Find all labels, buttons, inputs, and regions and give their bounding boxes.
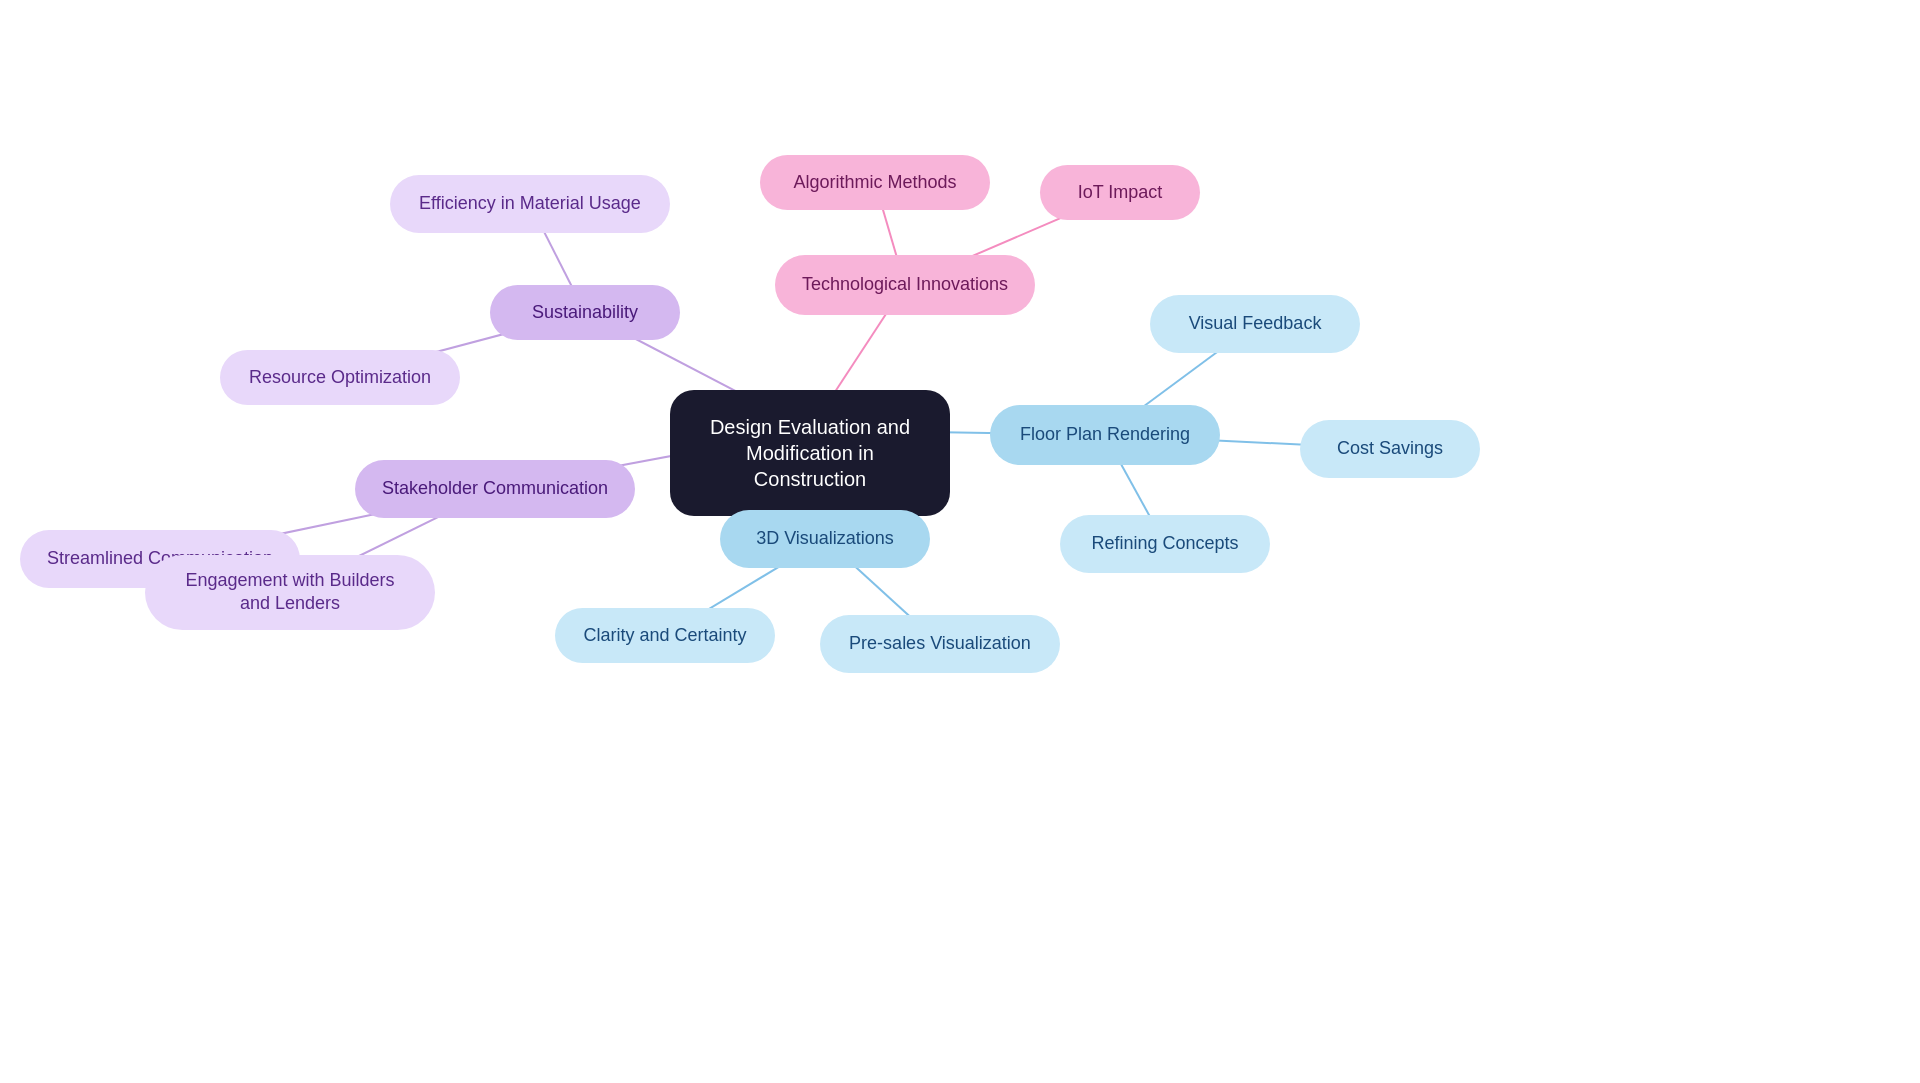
- sustainability-label: Sustainability: [532, 301, 638, 324]
- presales-visualization-label: Pre-sales Visualization: [849, 632, 1031, 655]
- technological-innovations-node: Technological Innovations: [775, 255, 1035, 315]
- center-label: Design Evaluation and Modification in Co…: [702, 414, 918, 492]
- center-node: Design Evaluation and Modification in Co…: [670, 390, 950, 516]
- efficiency-material-usage-label: Efficiency in Material Usage: [419, 192, 641, 215]
- engagement-builders-label: Engagement with Builders and Lenders: [169, 569, 411, 616]
- iot-impact-node: IoT Impact: [1040, 165, 1200, 220]
- refining-concepts-label: Refining Concepts: [1091, 532, 1238, 555]
- stakeholder-communication-node: Stakeholder Communication: [355, 460, 635, 518]
- refining-concepts-node: Refining Concepts: [1060, 515, 1270, 573]
- 3d-visualizations-label: 3D Visualizations: [756, 527, 894, 550]
- iot-impact-label: IoT Impact: [1078, 181, 1163, 204]
- efficiency-material-usage-node: Efficiency in Material Usage: [390, 175, 670, 233]
- stakeholder-communication-label: Stakeholder Communication: [382, 477, 608, 500]
- clarity-certainty-node: Clarity and Certainty: [555, 608, 775, 663]
- algorithmic-methods-node: Algorithmic Methods: [760, 155, 990, 210]
- algorithmic-methods-label: Algorithmic Methods: [793, 171, 956, 194]
- resource-optimization-label: Resource Optimization: [249, 366, 431, 389]
- engagement-builders-node: Engagement with Builders and Lenders: [145, 555, 435, 630]
- floor-plan-rendering-label: Floor Plan Rendering: [1020, 423, 1190, 446]
- cost-savings-node: Cost Savings: [1300, 420, 1480, 478]
- clarity-certainty-label: Clarity and Certainty: [583, 624, 746, 647]
- resource-optimization-node: Resource Optimization: [220, 350, 460, 405]
- floor-plan-rendering-node: Floor Plan Rendering: [990, 405, 1220, 465]
- cost-savings-label: Cost Savings: [1337, 437, 1443, 460]
- visual-feedback-label: Visual Feedback: [1189, 312, 1322, 335]
- sustainability-node: Sustainability: [490, 285, 680, 340]
- visual-feedback-node: Visual Feedback: [1150, 295, 1360, 353]
- technological-innovations-label: Technological Innovations: [802, 273, 1008, 296]
- presales-visualization-node: Pre-sales Visualization: [820, 615, 1060, 673]
- 3d-visualizations-node: 3D Visualizations: [720, 510, 930, 568]
